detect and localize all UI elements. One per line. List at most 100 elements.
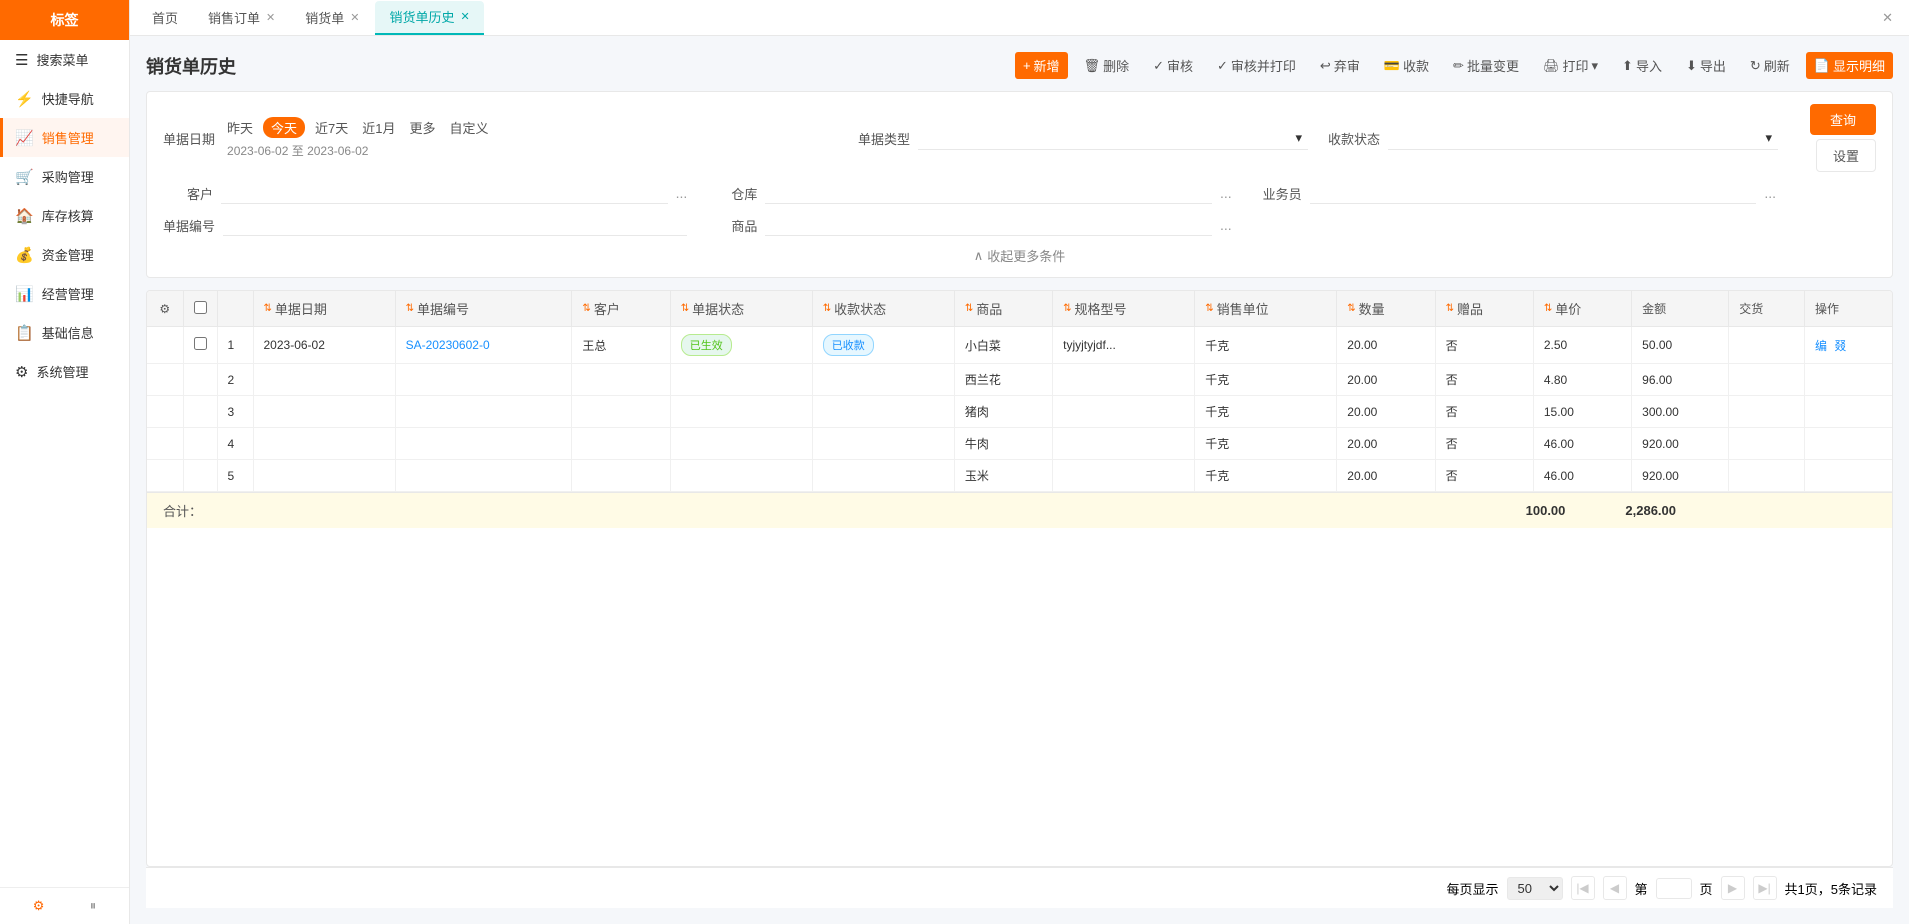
- audit-button[interactable]: ✓ 审核: [1145, 52, 1201, 79]
- th-doc-status[interactable]: ⇅单据状态: [670, 291, 812, 327]
- sidebar-item-purchase-mgmt[interactable]: 🛒 采购管理: [0, 157, 129, 196]
- show-details-icon: 📄: [1814, 58, 1830, 74]
- customer-input[interactable]: [221, 182, 668, 204]
- tab-home[interactable]: 首页: [138, 1, 192, 35]
- salesman-input[interactable]: [1310, 182, 1757, 204]
- sidebar-item-label: 资金管理: [42, 245, 94, 264]
- sidebar-item-label: 采购管理: [42, 167, 94, 186]
- tab-sales-history-close[interactable]: ✕: [461, 10, 470, 23]
- th-number[interactable]: ⇅单据编号: [395, 291, 572, 327]
- show-details-button[interactable]: 📄 显示明细: [1806, 52, 1893, 79]
- close-all-tabs[interactable]: ✕: [1874, 10, 1901, 26]
- customer-dots-icon[interactable]: ...: [676, 185, 688, 201]
- th-amount: 金额: [1632, 291, 1729, 327]
- tab-sales-order-close[interactable]: ✕: [266, 11, 275, 24]
- doc-number-link[interactable]: SA-20230602-0: [406, 338, 490, 352]
- th-date[interactable]: ⇅单据日期: [253, 291, 395, 327]
- sidebar-item-basic-info[interactable]: 📋 基础信息: [0, 313, 129, 352]
- export-icon: ⬇: [1686, 58, 1697, 74]
- sidebar-item-system-mgmt[interactable]: ⚙ 系统管理: [0, 352, 129, 391]
- salesman-dots-icon[interactable]: ...: [1764, 185, 1776, 201]
- tab-sales-goods-close[interactable]: ✕: [350, 11, 359, 24]
- query-button[interactable]: 查询: [1810, 104, 1876, 135]
- per-page-select[interactable]: 50 100 200: [1507, 877, 1563, 900]
- select-all-checkbox[interactable]: [194, 301, 207, 314]
- th-qty[interactable]: ⇅数量: [1337, 291, 1435, 327]
- first-page-button[interactable]: |◀: [1571, 876, 1595, 900]
- tab-sales-order[interactable]: 销售订单 ✕: [194, 1, 289, 35]
- th-goods[interactable]: ⇅商品: [954, 291, 1052, 327]
- td-pay-status: [812, 364, 954, 396]
- sidebar-item-search-menu[interactable]: ☰ 搜索菜单: [0, 40, 129, 79]
- page-input[interactable]: 1: [1656, 878, 1692, 899]
- shortcut-today[interactable]: 今天: [263, 117, 305, 138]
- finance-icon: 💰: [15, 246, 34, 264]
- collect-icon: 💳: [1384, 58, 1400, 74]
- th-action: 操作: [1805, 291, 1892, 327]
- td-date: 2023-06-02: [253, 327, 395, 364]
- doc-number-input[interactable]: [223, 214, 687, 236]
- shortcut-7days[interactable]: 近7天: [311, 117, 352, 138]
- td-settings: [147, 460, 183, 492]
- collect-button[interactable]: 💳 收款: [1376, 52, 1437, 79]
- sidebar-item-quick-nav[interactable]: ⚡ 快捷导航: [0, 79, 129, 118]
- table-row: 4 牛肉 千克 20.00 否 46.00 920.00: [147, 428, 1892, 460]
- th-settings[interactable]: ⚙: [147, 291, 183, 327]
- abandon-button[interactable]: ↩ 弃审: [1312, 52, 1368, 79]
- sidebar-bottom: ⚙ ⏸: [0, 887, 129, 924]
- next-page-button[interactable]: ▶: [1721, 876, 1745, 900]
- warehouse-input[interactable]: [765, 182, 1212, 204]
- delete-button[interactable]: 🗑 删除: [1076, 52, 1138, 79]
- payment-status-label: 收款状态: [1328, 129, 1380, 148]
- th-unit[interactable]: ⇅销售单位: [1195, 291, 1337, 327]
- row-checkbox[interactable]: [194, 337, 207, 350]
- th-gift[interactable]: ⇅赠品: [1435, 291, 1533, 327]
- th-spec[interactable]: ⇅规格型号: [1053, 291, 1195, 327]
- doc-type-label: 单据类型: [858, 129, 910, 148]
- sidebar-item-inventory[interactable]: 🏠 库存核算: [0, 196, 129, 235]
- td-action: [1805, 396, 1892, 428]
- export-button[interactable]: ⬇ 导出: [1678, 52, 1734, 79]
- edit-action[interactable]: 编: [1815, 339, 1827, 353]
- warehouse-dots-icon[interactable]: ...: [1220, 185, 1232, 201]
- page-unit: 页: [1700, 879, 1713, 898]
- goods-input[interactable]: [765, 214, 1212, 236]
- sidebar-item-label: 经营管理: [42, 284, 94, 303]
- last-page-button[interactable]: ▶|: [1753, 876, 1777, 900]
- th-price[interactable]: ⇅单价: [1533, 291, 1631, 327]
- tab-sales-goods[interactable]: 销货单 ✕: [291, 1, 373, 35]
- doc-type-select[interactable]: ▾: [918, 127, 1308, 150]
- goods-dots-icon[interactable]: ...: [1220, 217, 1232, 233]
- sidebar-pause-icon[interactable]: ⏸: [90, 898, 97, 914]
- sidebar-item-finance[interactable]: 💰 资金管理: [0, 235, 129, 274]
- audit-print-button[interactable]: ✓ 审核并打印: [1209, 52, 1304, 79]
- print-button[interactable]: 🖨 打印 ▾: [1535, 52, 1606, 79]
- tab-sales-history[interactable]: 销货单历史 ✕: [375, 1, 483, 35]
- filter-area: 单据日期 昨天 今天 近7天 近1月 更多 自定义 2023-06-02 至 2…: [146, 91, 1893, 278]
- batch-change-button[interactable]: ✏ 批量变更: [1445, 52, 1527, 79]
- sidebar-settings-icon[interactable]: ⚙: [33, 898, 45, 914]
- filter-customer: 客户 ...: [163, 182, 687, 204]
- more-action[interactable]: 叕: [1834, 339, 1846, 353]
- collapse-button[interactable]: ∧ 收起更多条件: [974, 246, 1066, 265]
- shortcut-more[interactable]: 更多: [406, 117, 440, 138]
- td-gift: 否: [1435, 428, 1533, 460]
- sidebar-item-sales-mgmt[interactable]: 📈 销售管理: [0, 118, 129, 157]
- refresh-button[interactable]: ↻ 刷新: [1742, 52, 1798, 79]
- prev-page-button[interactable]: ◀: [1603, 876, 1627, 900]
- tab-bar: 首页 销售订单 ✕ 销货单 ✕ 销货单历史 ✕ ✕: [130, 0, 1909, 36]
- shortcut-yesterday[interactable]: 昨天: [223, 117, 257, 138]
- shortcut-custom[interactable]: 自定义: [446, 117, 493, 138]
- new-button[interactable]: + 新增: [1015, 52, 1068, 79]
- shortcut-1month[interactable]: 近1月: [358, 117, 399, 138]
- payment-status-select[interactable]: ▾: [1388, 127, 1778, 150]
- td-action: [1805, 428, 1892, 460]
- td-qty: 20.00: [1337, 364, 1435, 396]
- th-customer[interactable]: ⇅客户: [572, 291, 670, 327]
- import-button[interactable]: ⬆ 导入: [1614, 52, 1670, 79]
- setting-button[interactable]: 设置: [1816, 139, 1876, 172]
- table-footer: 合计： 100.00 2,286.00: [147, 492, 1892, 528]
- sidebar-item-operations[interactable]: 📊 经营管理: [0, 274, 129, 313]
- audit-print-icon: ✓: [1217, 58, 1228, 74]
- th-pay-status[interactable]: ⇅收款状态: [812, 291, 954, 327]
